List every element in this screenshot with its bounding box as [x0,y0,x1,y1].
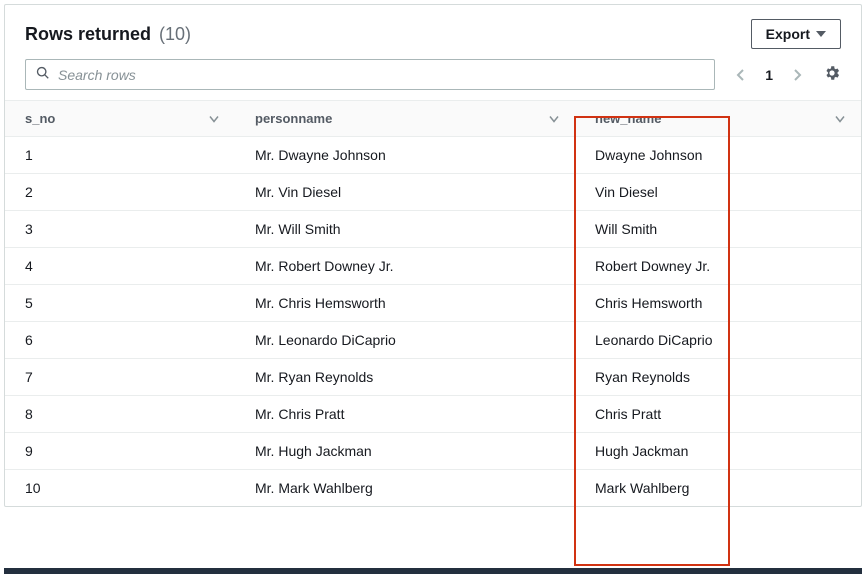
row-count: (10) [159,24,191,45]
cell-sno: 1 [5,137,235,174]
cell-new_name: Mark Wahlberg [575,470,861,507]
sort-icon [209,111,219,126]
cell-sno: 3 [5,211,235,248]
page-number: 1 [761,67,777,83]
cell-personname: Mr. Mark Wahlberg [235,470,575,507]
next-page-button[interactable] [787,65,807,85]
cell-sno: 4 [5,248,235,285]
sort-icon [835,111,845,126]
table-row: 6Mr. Leonardo DiCaprioLeonardo DiCaprio [5,322,861,359]
cell-sno: 5 [5,285,235,322]
cell-sno: 7 [5,359,235,396]
cell-sno: 9 [5,433,235,470]
col-header-personname[interactable]: personname [235,101,575,137]
sort-icon [549,111,559,126]
cell-personname: Mr. Vin Diesel [235,174,575,211]
footer-bar [4,568,862,574]
cell-sno: 10 [5,470,235,507]
cell-new_name: Hugh Jackman [575,433,861,470]
search-input[interactable] [58,67,704,83]
table-row: 7Mr. Ryan ReynoldsRyan Reynolds [5,359,861,396]
cell-personname: Mr. Ryan Reynolds [235,359,575,396]
table-row: 3Mr. Will SmithWill Smith [5,211,861,248]
gear-icon [823,64,841,85]
table-row: 4Mr. Robert Downey Jr.Robert Downey Jr. [5,248,861,285]
settings-button[interactable] [823,64,841,85]
col-header-newname[interactable]: new_name [575,101,861,137]
table-row: 2Mr. Vin DieselVin Diesel [5,174,861,211]
table-row: 9Mr. Hugh JackmanHugh Jackman [5,433,861,470]
table-body: 1Mr. Dwayne JohnsonDwayne Johnson2Mr. Vi… [5,137,861,507]
pagination: 1 [731,65,807,85]
cell-new_name: Chris Pratt [575,396,861,433]
search-icon [36,66,58,83]
cell-personname: Mr. Chris Hemsworth [235,285,575,322]
panel-title: Rows returned [25,24,151,45]
cell-sno: 2 [5,174,235,211]
prev-page-button[interactable] [731,65,751,85]
cell-new_name: Will Smith [575,211,861,248]
cell-new_name: Leonardo DiCaprio [575,322,861,359]
panel-header: Rows returned (10) Export [5,5,861,59]
table-row: 1Mr. Dwayne JohnsonDwayne Johnson [5,137,861,174]
cell-new_name: Chris Hemsworth [575,285,861,322]
cell-personname: Mr. Hugh Jackman [235,433,575,470]
cell-personname: Mr. Will Smith [235,211,575,248]
cell-new_name: Robert Downey Jr. [575,248,861,285]
cell-new_name: Dwayne Johnson [575,137,861,174]
export-button[interactable]: Export [751,19,841,49]
cell-sno: 6 [5,322,235,359]
cell-personname: Mr. Robert Downey Jr. [235,248,575,285]
table-row: 8Mr. Chris PrattChris Pratt [5,396,861,433]
results-panel: Rows returned (10) Export 1 [4,4,862,507]
cell-personname: Mr. Chris Pratt [235,396,575,433]
table-row: 10Mr. Mark WahlbergMark Wahlberg [5,470,861,507]
export-label: Export [766,26,810,42]
title-group: Rows returned (10) [25,24,191,45]
col-header-sno[interactable]: s_no [5,101,235,137]
cell-personname: Mr. Leonardo DiCaprio [235,322,575,359]
table-row: 5Mr. Chris HemsworthChris Hemsworth [5,285,861,322]
cell-new_name: Ryan Reynolds [575,359,861,396]
search-field-wrap[interactable] [25,59,715,90]
caret-down-icon [816,26,826,42]
cell-personname: Mr. Dwayne Johnson [235,137,575,174]
cell-sno: 8 [5,396,235,433]
cell-new_name: Vin Diesel [575,174,861,211]
toolbar: 1 [5,59,861,100]
results-table: s_no personname new_name 1Mr. Dwayne Joh… [5,100,861,506]
